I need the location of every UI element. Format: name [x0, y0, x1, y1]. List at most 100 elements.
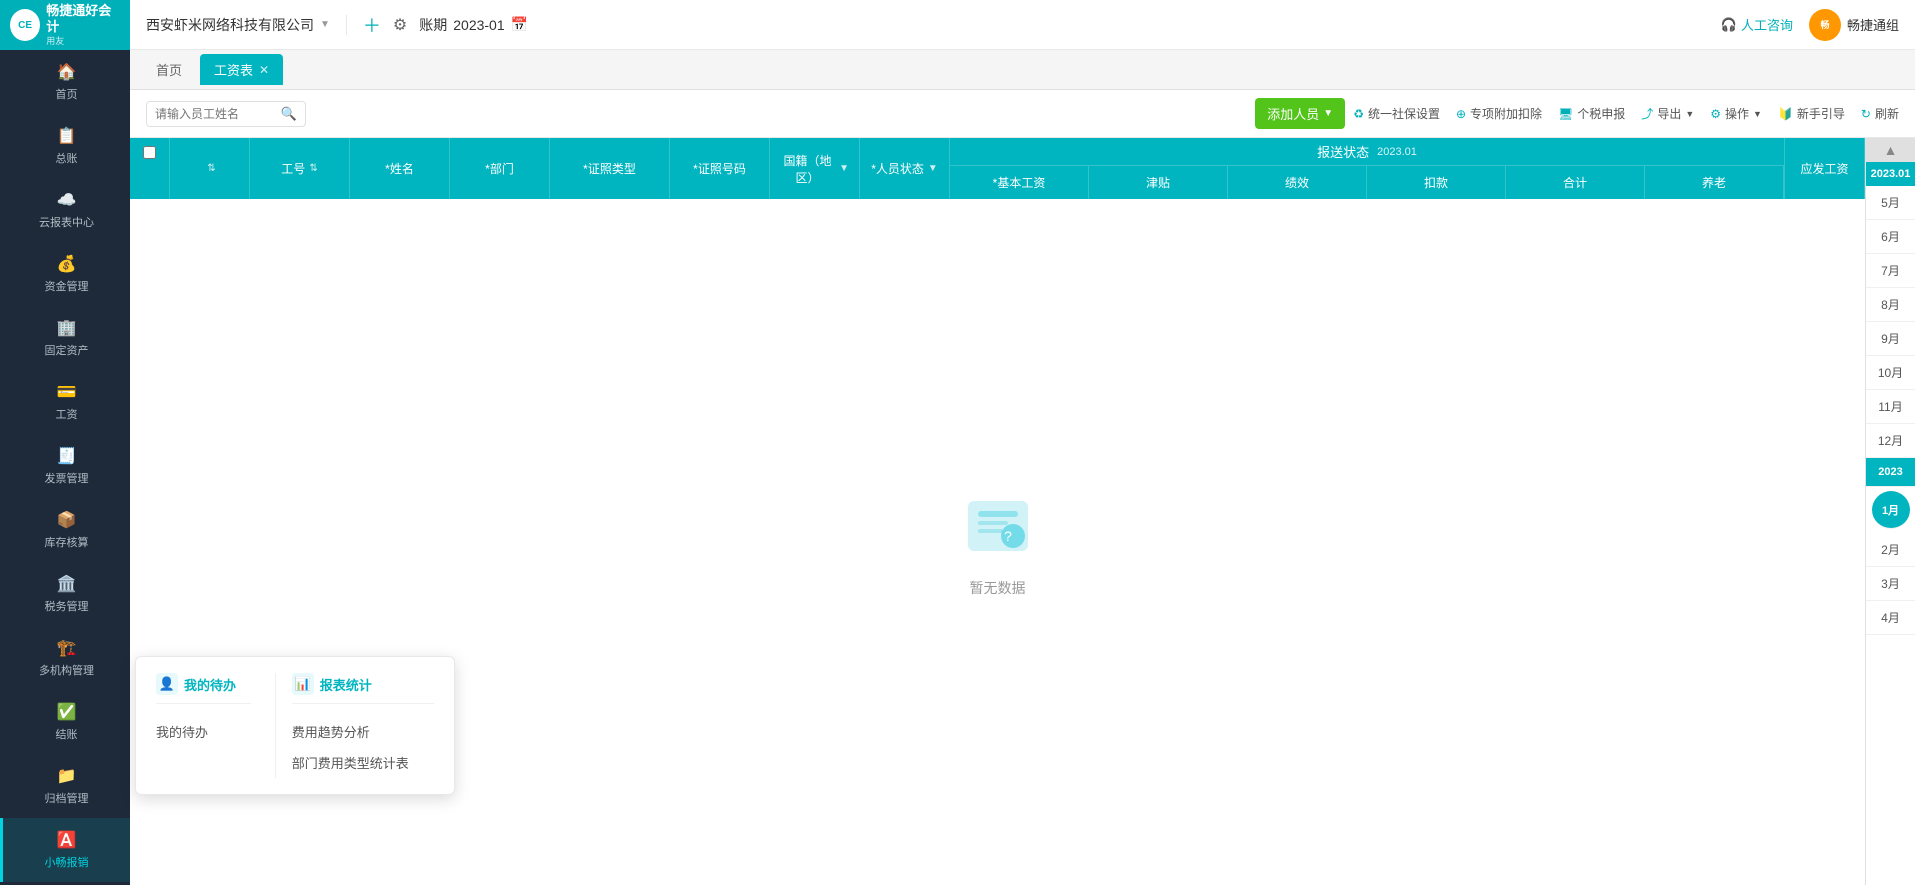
tab-salary-close[interactable]: ✕ — [259, 63, 269, 77]
cal-month-10[interactable]: 10月 — [1866, 356, 1915, 390]
social-security-button[interactable]: ♻ 统一社保设置 — [1353, 105, 1440, 122]
cal-month-11[interactable]: 11月 — [1866, 390, 1915, 424]
popup-item-expense-trend[interactable]: 费用趋势分析 — [292, 716, 434, 747]
sidebar-item-salary[interactable]: 💳 工资 — [0, 370, 130, 434]
cal-month-3[interactable]: 3月 — [1866, 567, 1915, 601]
operations-button[interactable]: ⚙ 操作 ▼ — [1710, 105, 1762, 122]
th-id-num: *证照类型 — [550, 138, 670, 199]
tax-icon: 🏛️ — [57, 574, 77, 594]
th-operations-label: 应发工资 — [1800, 160, 1848, 177]
social-security-icon: ♻ — [1353, 107, 1364, 121]
export-button[interactable]: ⤴ 导出 ▼ — [1641, 105, 1694, 122]
period-value: 2023-01 — [453, 17, 504, 33]
cloud-icon: ☁️ — [57, 190, 77, 210]
guide-button[interactable]: 🔰 新手引导 — [1778, 105, 1845, 122]
special-deduct-label: 专项附加扣除 — [1470, 105, 1542, 122]
tax-report-label: 个税申报 — [1577, 105, 1625, 122]
archive-icon: 📁 — [57, 766, 77, 786]
filter-icon-report[interactable]: ▼ — [928, 163, 938, 174]
sidebar-item-tax[interactable]: 🏛️ 税务管理 — [0, 562, 130, 626]
th-pension: 养老 — [1645, 166, 1784, 199]
cal-month-8[interactable]: 8月 — [1866, 288, 1915, 322]
sort-icon-emp: ⇅ — [207, 163, 215, 174]
guide-label: 新手引导 — [1797, 105, 1845, 122]
logo-icon: CE — [10, 9, 40, 41]
popup-item-dept-expense[interactable]: 部门费用类型统计表 — [292, 747, 434, 778]
app-logo: CE 畅捷通好会计 用友 — [0, 0, 130, 50]
th-emp-num: ⇅ — [170, 138, 250, 199]
sidebar-item-home[interactable]: 🏠 首页 — [0, 50, 130, 114]
search-box[interactable]: 🔍 — [146, 101, 306, 127]
cal-month-1-active[interactable]: 1月 — [1872, 491, 1910, 529]
company-name: 西安虾米网络科技有限公司 — [146, 15, 314, 35]
sidebar-item-ledger[interactable]: 📋 总账 — [0, 114, 130, 178]
add-person-button[interactable]: 添加人员 ▼ — [1255, 98, 1345, 129]
social-security-label: 统一社保设置 — [1368, 105, 1440, 122]
ledger-icon: 📋 — [57, 126, 77, 146]
filter-icon-personnel[interactable]: ▼ — [839, 163, 849, 174]
tab-home-label: 首页 — [156, 60, 182, 79]
special-deduct-button[interactable]: ⊕ 专项附加扣除 — [1456, 105, 1542, 122]
th-salary-subheader: *基本工资 津贴 绩效 扣款 合 — [950, 166, 1784, 199]
cal-month-7[interactable]: 7月 — [1866, 254, 1915, 288]
th-nationality-label: *证照号码 — [693, 160, 746, 177]
cal-month-6[interactable]: 6月 — [1866, 220, 1915, 254]
sidebar-item-settlement[interactable]: ✅ 结账 — [0, 690, 130, 754]
company-settings-button[interactable]: ⚙ — [393, 15, 407, 35]
th-id-num-label: *证照类型 — [583, 160, 636, 177]
sidebar-label-asset: 固定资产 — [45, 342, 89, 358]
refresh-button[interactable]: ↻ 刷新 — [1861, 105, 1899, 122]
cal-year-2023: 2023 — [1866, 458, 1915, 487]
sidebar-item-inventory[interactable]: 📦 库存核算 — [0, 498, 130, 562]
cal-month-9[interactable]: 9月 — [1866, 322, 1915, 356]
sidebar-item-multi-org[interactable]: 🏗️ 多机构管理 — [0, 626, 130, 690]
empty-text: 暂无数据 — [970, 578, 1026, 598]
user-info[interactable]: 畅 畅捷通组 — [1809, 9, 1899, 41]
tab-bar: 首页 工资表 ✕ — [130, 50, 1915, 90]
select-all-checkbox[interactable] — [143, 146, 156, 159]
avatar-text: 畅 — [1820, 18, 1829, 31]
sidebar-item-fixed-asset[interactable]: 🏢 固定资产 — [0, 306, 130, 370]
todo-header-icon: 👤 — [156, 673, 178, 695]
th-salary-group-header: 报送状态 2023.01 — [950, 138, 1784, 166]
sidebar-item-archive[interactable]: 📁 归档管理 — [0, 754, 130, 818]
cal-month-4[interactable]: 4月 — [1866, 601, 1915, 635]
cal-2023-01-label: 2023.01 — [1866, 162, 1915, 186]
customer-service-button[interactable]: 🎧 人工咨询 — [1721, 15, 1793, 34]
th-performance-label: 绩效 — [1285, 174, 1309, 191]
sidebar: CE 畅捷通好会计 用友 🏠 首页 📋 总账 ☁️ 云报表中心 💰 资金管理 🏢… — [0, 0, 130, 885]
sidebar-item-cloud-report[interactable]: ☁️ 云报表中心 — [0, 178, 130, 242]
th-deduct-label: 扣款 — [1424, 174, 1448, 191]
cal-month-12[interactable]: 12月 — [1866, 424, 1915, 458]
tax-report-button[interactable]: 🖥 个税申报 — [1558, 105, 1625, 122]
table-header-row1: ⇅ 工号 ⇅ *姓名 *部门 *证照类型 — [130, 138, 1865, 199]
sidebar-label-inventory: 库存核算 — [45, 534, 89, 550]
add-company-button[interactable]: ＋ — [363, 12, 381, 38]
popup-item-my-todo[interactable]: 我的待办 — [156, 716, 251, 747]
cal-month-2[interactable]: 2月 — [1866, 533, 1915, 567]
expense-icon: 🅰️ — [57, 830, 77, 850]
calendar-icon[interactable]: 📅 — [511, 16, 528, 33]
th-personnel-status-label: 国籍（地区） — [780, 152, 835, 186]
th-checkbox[interactable] — [130, 138, 170, 199]
sidebar-item-fund[interactable]: 💰 资金管理 — [0, 242, 130, 306]
cal-month-5[interactable]: 5月 — [1866, 186, 1915, 220]
tab-salary-table[interactable]: 工资表 ✕ — [200, 54, 283, 85]
svg-text:?: ? — [1004, 528, 1012, 544]
sidebar-item-invoice[interactable]: 🧾 发票管理 — [0, 434, 130, 498]
sidebar-label-tax: 税务管理 — [45, 598, 89, 614]
search-icon: 🔍 — [281, 106, 297, 122]
th-personnel-status: 国籍（地区） ▼ — [770, 138, 860, 199]
tab-home[interactable]: 首页 — [142, 54, 196, 85]
th-dept-label: *姓名 — [385, 160, 414, 177]
sidebar-item-expense[interactable]: 🅰️ 小畅报销 — [0, 818, 130, 882]
calendar-list: 5月 6月 7月 8月 9月 10月 11月 12月 2023 1月 2月 3月… — [1866, 186, 1915, 885]
export-arrow: ▼ — [1685, 109, 1694, 119]
th-operations: 应发工资 — [1785, 138, 1865, 199]
company-selector[interactable]: 西安虾米网络科技有限公司 ▼ — [146, 15, 330, 35]
sidebar-label-salary: 工资 — [56, 406, 78, 422]
th-report-status-label: *人员状态 — [871, 160, 924, 177]
th-total-label: 合计 — [1563, 174, 1587, 191]
calendar-up-nav[interactable]: ▲ — [1866, 138, 1915, 162]
search-input[interactable] — [155, 107, 275, 121]
